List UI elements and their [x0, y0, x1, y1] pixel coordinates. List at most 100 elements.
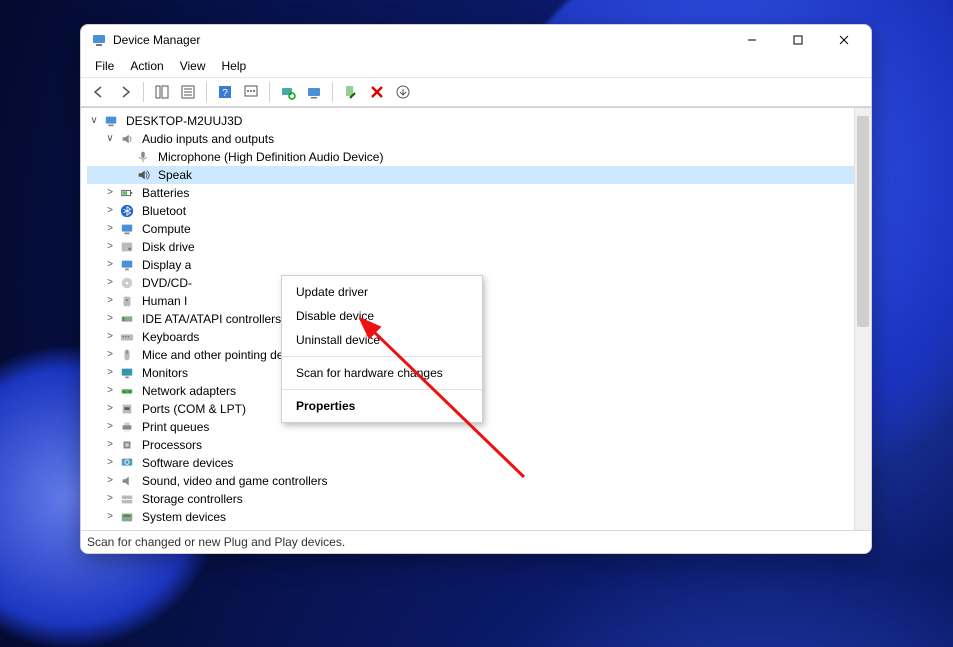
- hid-icon: [119, 293, 135, 309]
- display-icon: [119, 257, 135, 273]
- category-audio[interactable]: ∨Audio inputs and outputs: [87, 130, 854, 148]
- twisty-icon[interactable]: >: [103, 256, 117, 274]
- update-driver-button[interactable]: [302, 80, 326, 104]
- system-icon: [119, 509, 135, 525]
- category-bluetooth[interactable]: > Bluetoot: [87, 202, 854, 220]
- battery-icon: [119, 185, 135, 201]
- tree-label: System devices: [139, 507, 229, 527]
- tree-label: Ports (COM & LPT): [139, 399, 249, 419]
- tree-label: Batteries: [139, 183, 192, 203]
- twisty-icon[interactable]: >: [103, 292, 117, 310]
- enable-device-button[interactable]: [339, 80, 363, 104]
- statusbar-text: Scan for changed or new Plug and Play de…: [87, 535, 345, 549]
- context-menu: Update driver Disable device Uninstall d…: [281, 275, 483, 423]
- ctx-update-driver[interactable]: Update driver: [282, 280, 482, 304]
- vertical-scrollbar[interactable]: [854, 108, 871, 530]
- action-options-button[interactable]: [239, 80, 263, 104]
- ctx-properties[interactable]: Properties: [282, 394, 482, 418]
- twisty-icon[interactable]: >: [103, 400, 117, 418]
- nav-forward-button[interactable]: [113, 80, 137, 104]
- twisty-icon[interactable]: >: [103, 436, 117, 454]
- twisty-icon[interactable]: >: [103, 220, 117, 238]
- twisty-icon[interactable]: >: [103, 346, 117, 364]
- twisty-icon[interactable]: >: [103, 184, 117, 202]
- tree-label: Keyboards: [139, 327, 202, 347]
- software-icon: [119, 455, 135, 471]
- menu-file[interactable]: File: [87, 57, 122, 75]
- ports-icon: [119, 401, 135, 417]
- category-disk[interactable]: > Disk drive: [87, 238, 854, 256]
- maximize-button[interactable]: [775, 25, 821, 55]
- sound-icon: [119, 473, 135, 489]
- show-hide-tree-button[interactable]: [150, 80, 174, 104]
- twisty-icon[interactable]: >: [103, 454, 117, 472]
- tree-label: DESKTOP-M2UUJ3D: [123, 111, 245, 131]
- tree-label: Display a: [139, 255, 194, 275]
- category-computer[interactable]: >Compute: [87, 220, 854, 238]
- twisty-icon[interactable]: >: [103, 202, 117, 220]
- window-title: Device Manager: [113, 33, 200, 47]
- scan-hardware-button[interactable]: [276, 80, 300, 104]
- nav-back-button[interactable]: [87, 80, 111, 104]
- close-button[interactable]: [821, 25, 867, 55]
- processor-icon: [119, 437, 135, 453]
- twisty-icon[interactable]: >: [103, 472, 117, 490]
- app-icon: [91, 32, 107, 48]
- dvd-icon: [119, 275, 135, 291]
- tree-label: Microphone (High Definition Audio Device…: [155, 147, 386, 167]
- titlebar: Device Manager: [81, 25, 871, 55]
- twisty-icon[interactable]: >: [103, 238, 117, 256]
- category-system[interactable]: > System devices: [87, 508, 854, 526]
- device-microphone[interactable]: Microphone (High Definition Audio Device…: [87, 148, 854, 166]
- twisty-icon[interactable]: >: [103, 418, 117, 436]
- twisty-icon[interactable]: >: [103, 490, 117, 508]
- content-area: ∨ DESKTOP-M2UUJ3D∨Audio inputs and output…: [81, 107, 871, 530]
- twisty-icon[interactable]: >: [103, 274, 117, 292]
- tree-label: Sound, video and game controllers: [139, 471, 330, 491]
- uninstall-device-button[interactable]: [365, 80, 389, 104]
- toolbar: ?: [81, 78, 871, 107]
- network-icon: [119, 383, 135, 399]
- extra-button[interactable]: [391, 80, 415, 104]
- tree-label: Human I: [139, 291, 190, 311]
- ctx-scan-hardware[interactable]: Scan for hardware changes: [282, 361, 482, 385]
- tree-label: Disk drive: [139, 237, 198, 257]
- twisty-icon[interactable]: >: [103, 508, 117, 526]
- tree-label: Software devices: [139, 453, 236, 473]
- category-software[interactable]: > Software devices: [87, 454, 854, 472]
- device-manager-window: Device Manager File Action View Help ? ∨…: [80, 24, 872, 554]
- disk-icon: [119, 239, 135, 255]
- speaker-icon: [135, 167, 151, 183]
- category-storage[interactable]: >Storage controllers: [87, 490, 854, 508]
- properties-button[interactable]: [176, 80, 200, 104]
- minimize-button[interactable]: [729, 25, 775, 55]
- twisty-icon[interactable]: ∨: [87, 112, 101, 130]
- tree-label: Bluetoot: [139, 201, 189, 221]
- svg-text:?: ?: [222, 88, 228, 99]
- ctx-uninstall-device[interactable]: Uninstall device: [282, 328, 482, 352]
- tree-label: Processors: [139, 435, 205, 455]
- device-speaker[interactable]: Speak: [87, 166, 854, 184]
- category-sound[interactable]: > Sound, video and game controllers: [87, 472, 854, 490]
- twisty-icon[interactable]: >: [103, 328, 117, 346]
- menu-view[interactable]: View: [172, 57, 214, 75]
- storage-icon: [119, 491, 135, 507]
- twisty-icon[interactable]: ∨: [103, 130, 117, 148]
- twisty-icon[interactable]: >: [103, 364, 117, 382]
- ctx-disable-device[interactable]: Disable device: [282, 304, 482, 328]
- category-processor[interactable]: > Processors: [87, 436, 854, 454]
- tree-label: IDE ATA/ATAPI controllers: [139, 309, 284, 329]
- ide-icon: [119, 311, 135, 327]
- menu-help[interactable]: Help: [214, 57, 255, 75]
- menubar: File Action View Help: [81, 55, 871, 78]
- twisty-icon[interactable]: >: [103, 310, 117, 328]
- help-button[interactable]: ?: [213, 80, 237, 104]
- tree-label: Print queues: [139, 417, 212, 437]
- tree-label: Network adapters: [139, 381, 239, 401]
- category-battery[interactable]: > Batteries: [87, 184, 854, 202]
- root-node[interactable]: ∨ DESKTOP-M2UUJ3D: [87, 112, 854, 130]
- category-display[interactable]: > Display a: [87, 256, 854, 274]
- menu-action[interactable]: Action: [122, 57, 171, 75]
- twisty-icon[interactable]: >: [103, 382, 117, 400]
- monitor-icon: [119, 365, 135, 381]
